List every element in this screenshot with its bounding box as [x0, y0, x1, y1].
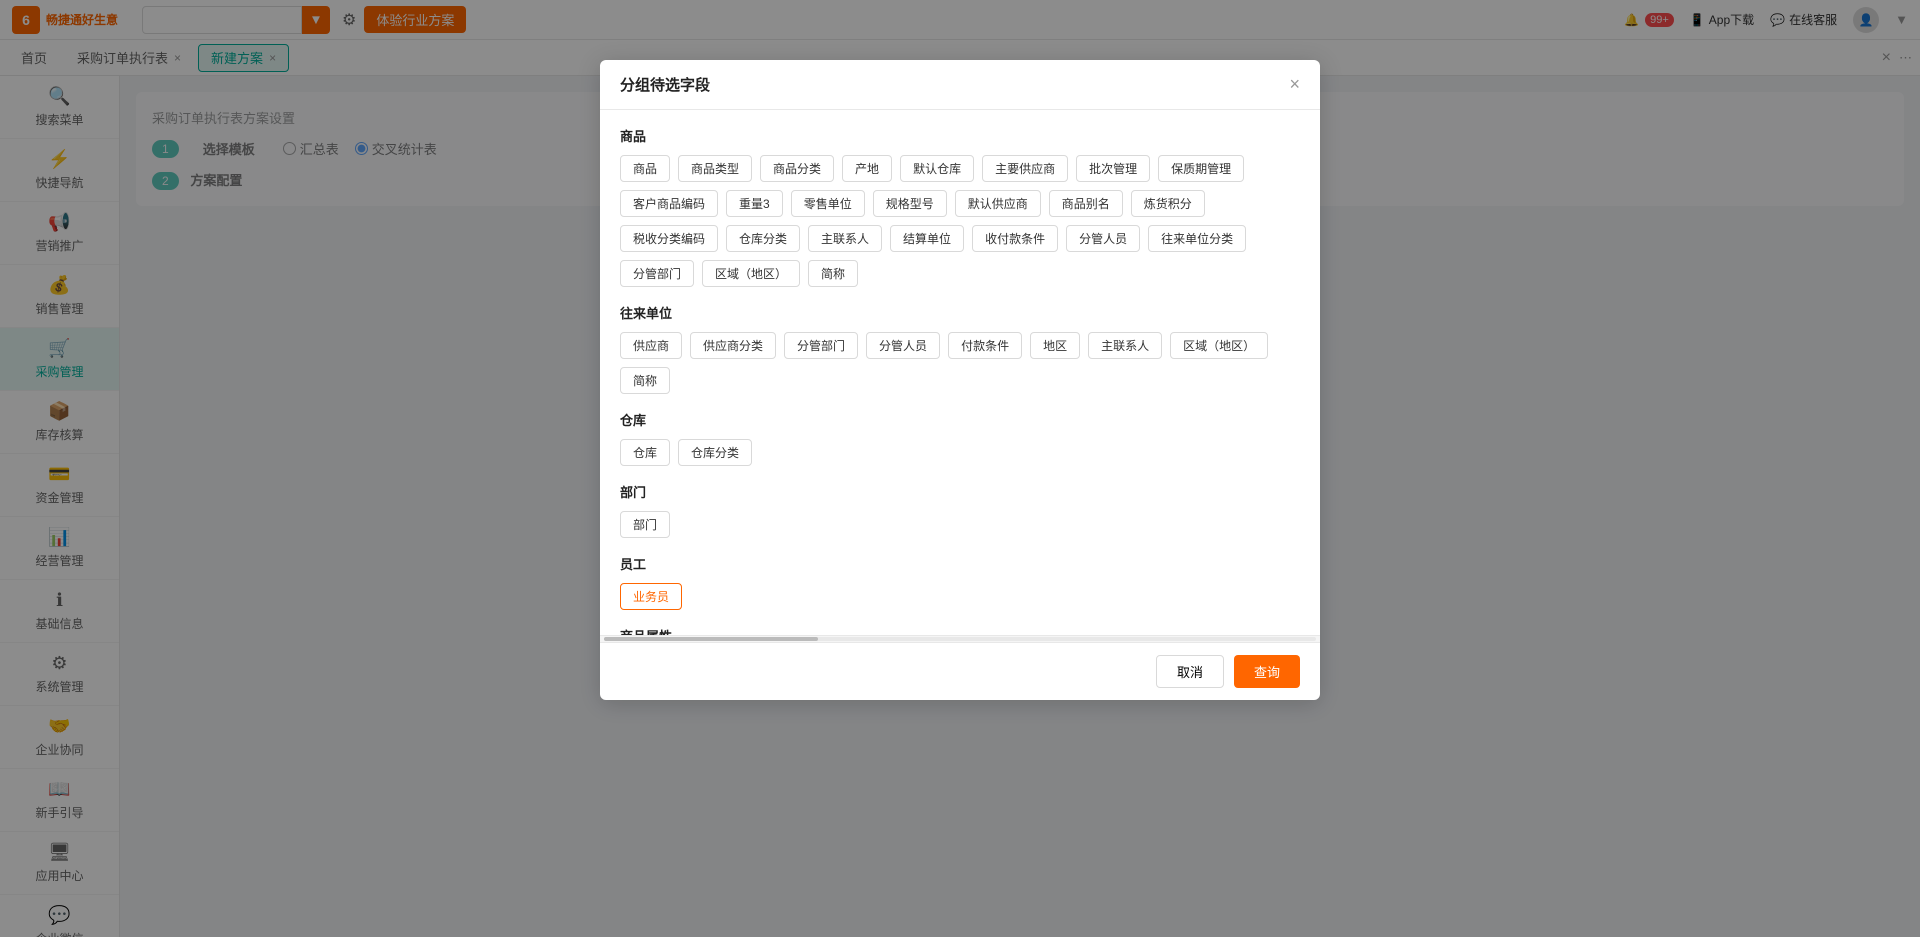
- field-partner-1[interactable]: 供应商: [620, 332, 682, 359]
- section-product-title: 商品: [620, 126, 1300, 145]
- field-product-3[interactable]: 商品分类: [760, 155, 834, 182]
- field-product-12[interactable]: 规格型号: [873, 190, 947, 217]
- field-department-1[interactable]: 部门: [620, 511, 670, 538]
- section-product: 商品 商品 商品类型 商品分类 产地 默认仓库 主要供应商 批次管理 保质期管理…: [620, 126, 1300, 287]
- section-partner-title: 往来单位: [620, 303, 1300, 322]
- cancel-button[interactable]: 取消: [1156, 655, 1224, 688]
- field-product-15[interactable]: 炼货积分: [1131, 190, 1205, 217]
- field-product-25[interactable]: 简称: [808, 260, 858, 287]
- field-partner-2[interactable]: 供应商分类: [690, 332, 776, 359]
- section-department: 部门 部门: [620, 482, 1300, 538]
- modal-footer: 取消 查询: [600, 642, 1320, 700]
- section-partner: 往来单位 供应商 供应商分类 分管部门 分管人员 付款条件 地区 主联系人 区域…: [620, 303, 1300, 394]
- scrollbar-track: [604, 637, 1316, 641]
- field-product-14[interactable]: 商品别名: [1049, 190, 1123, 217]
- field-product-19[interactable]: 结算单位: [890, 225, 964, 252]
- field-product-4[interactable]: 产地: [842, 155, 892, 182]
- field-product-16[interactable]: 税收分类编码: [620, 225, 718, 252]
- confirm-button[interactable]: 查询: [1234, 655, 1300, 688]
- field-product-13[interactable]: 默认供应商: [955, 190, 1041, 217]
- modal-header: 分组待选字段 ×: [600, 60, 1320, 110]
- field-product-22[interactable]: 往来单位分类: [1148, 225, 1246, 252]
- field-product-18[interactable]: 主联系人: [808, 225, 882, 252]
- modal: 分组待选字段 × 商品 商品 商品类型 商品分类 产地 默认仓库 主要供应商 批…: [600, 60, 1320, 700]
- field-partner-9[interactable]: 简称: [620, 367, 670, 394]
- field-partner-6[interactable]: 地区: [1030, 332, 1080, 359]
- field-product-17[interactable]: 仓库分类: [726, 225, 800, 252]
- field-product-10[interactable]: 重量3: [726, 190, 783, 217]
- section-product-attr-title: 商品属性: [620, 626, 1300, 635]
- field-product-23[interactable]: 分管部门: [620, 260, 694, 287]
- modal-close-button[interactable]: ×: [1289, 74, 1300, 95]
- field-product-1[interactable]: 商品: [620, 155, 670, 182]
- field-product-6[interactable]: 主要供应商: [982, 155, 1068, 182]
- field-product-7[interactable]: 批次管理: [1076, 155, 1150, 182]
- modal-overlay: 分组待选字段 × 商品 商品 商品类型 商品分类 产地 默认仓库 主要供应商 批…: [0, 0, 1920, 937]
- modal-scrollbar[interactable]: [600, 635, 1320, 642]
- field-partner-8[interactable]: 区域（地区）: [1170, 332, 1268, 359]
- field-partner-5[interactable]: 付款条件: [948, 332, 1022, 359]
- field-product-5[interactable]: 默认仓库: [900, 155, 974, 182]
- section-product-fields: 商品 商品类型 商品分类 产地 默认仓库 主要供应商 批次管理 保质期管理 客户…: [620, 155, 1300, 287]
- field-product-8[interactable]: 保质期管理: [1158, 155, 1244, 182]
- section-product-attr: 商品属性 属性 颜色 多规格 尺码 鞋码 1: [620, 626, 1300, 635]
- field-product-2[interactable]: 商品类型: [678, 155, 752, 182]
- section-warehouse: 仓库 仓库 仓库分类: [620, 410, 1300, 466]
- field-product-20[interactable]: 收付款条件: [972, 225, 1058, 252]
- field-warehouse-1[interactable]: 仓库: [620, 439, 670, 466]
- field-employee-1[interactable]: 业务员: [620, 583, 682, 610]
- section-employee-fields: 业务员: [620, 583, 1300, 610]
- field-partner-3[interactable]: 分管部门: [784, 332, 858, 359]
- field-product-9[interactable]: 客户商品编码: [620, 190, 718, 217]
- section-employee-title: 员工: [620, 554, 1300, 573]
- section-department-fields: 部门: [620, 511, 1300, 538]
- modal-title: 分组待选字段: [620, 74, 710, 95]
- modal-body: 商品 商品 商品类型 商品分类 产地 默认仓库 主要供应商 批次管理 保质期管理…: [600, 110, 1320, 635]
- field-product-21[interactable]: 分管人员: [1066, 225, 1140, 252]
- section-warehouse-title: 仓库: [620, 410, 1300, 429]
- field-warehouse-2[interactable]: 仓库分类: [678, 439, 752, 466]
- section-partner-fields: 供应商 供应商分类 分管部门 分管人员 付款条件 地区 主联系人 区域（地区） …: [620, 332, 1300, 394]
- field-product-24[interactable]: 区域（地区）: [702, 260, 800, 287]
- field-partner-7[interactable]: 主联系人: [1088, 332, 1162, 359]
- field-partner-4[interactable]: 分管人员: [866, 332, 940, 359]
- section-department-title: 部门: [620, 482, 1300, 501]
- field-product-11[interactable]: 零售单位: [791, 190, 865, 217]
- scrollbar-thumb: [604, 637, 818, 641]
- section-employee: 员工 业务员: [620, 554, 1300, 610]
- section-warehouse-fields: 仓库 仓库分类: [620, 439, 1300, 466]
